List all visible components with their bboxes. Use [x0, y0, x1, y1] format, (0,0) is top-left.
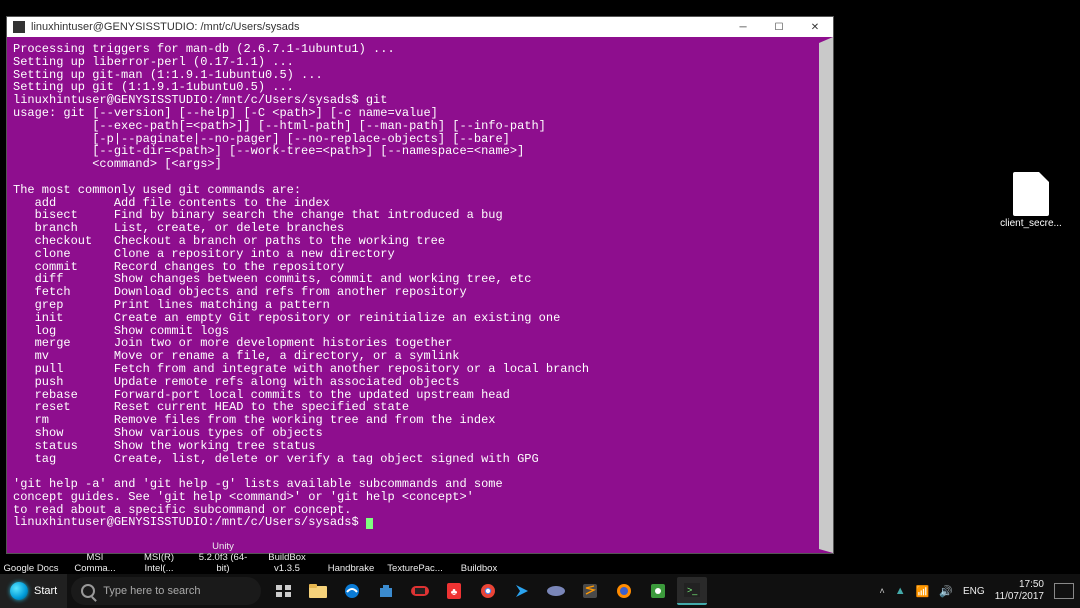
system-tray: ˄ ▲ 📶 🔊 ENG 17:50 11/07/2017: [879, 579, 1080, 603]
minimize-button[interactable]: ─: [725, 17, 761, 37]
terminal-body[interactable]: Processing triggers for man-db (2.6.7.1-…: [7, 37, 833, 553]
language-indicator[interactable]: ENG: [963, 586, 985, 597]
tray-overflow-button[interactable]: ˄: [879, 586, 884, 596]
action-center-button[interactable]: [1054, 583, 1074, 599]
terminal-output: Processing triggers for man-db (2.6.7.1-…: [13, 43, 819, 529]
terminal-icon: [13, 21, 25, 33]
cursor: [366, 518, 373, 529]
date-text: 11/07/2017: [995, 591, 1044, 603]
time-text: 17:50: [995, 579, 1044, 591]
shortcut-label[interactable]: Unity 5.2.0f3 (64-bit): [198, 544, 248, 574]
bash-button[interactable]: >_: [677, 577, 707, 605]
shortcut-label[interactable]: TexturePac...: [390, 544, 440, 574]
onedrive-icon[interactable]: ▲: [895, 585, 906, 597]
camtasia-button[interactable]: [643, 577, 673, 605]
search-placeholder: Type here to search: [103, 585, 200, 597]
taskview-button[interactable]: [269, 577, 299, 605]
search-icon: [81, 584, 95, 598]
chrome-button[interactable]: [473, 577, 503, 605]
scrollbar-thumb[interactable]: [821, 363, 829, 403]
file-explorer-button[interactable]: [303, 577, 333, 605]
store-button[interactable]: [371, 577, 401, 605]
svg-text:>_: >_: [687, 585, 698, 595]
edge-button[interactable]: [337, 577, 367, 605]
shortcut-label[interactable]: MSI Comma...: [70, 544, 120, 574]
maximize-button[interactable]: ☐: [761, 17, 797, 37]
desktop-shortcut-row: Google Docs MSI Comma... MSI(R) Intel(... U…: [0, 544, 504, 574]
search-box[interactable]: Type here to search: [71, 577, 261, 605]
php-button[interactable]: [541, 577, 571, 605]
shortcut-label[interactable]: BuildBox v1.3.5: [262, 544, 312, 574]
shortcut-label[interactable]: Handbrake: [326, 544, 376, 574]
switch-button[interactable]: [405, 577, 435, 605]
window-title: linuxhintuser@GENYSISSTUDIO: /mnt/c/User…: [31, 21, 725, 33]
vscode-button[interactable]: [507, 577, 537, 605]
firefox-button[interactable]: [609, 577, 639, 605]
start-orb-icon: [10, 582, 28, 600]
desktop-file-label: client_secre...: [1000, 218, 1062, 229]
svg-text:♣: ♣: [451, 587, 458, 598]
titlebar[interactable]: linuxhintuser@GENYSISSTUDIO: /mnt/c/User…: [7, 17, 833, 37]
desktop: client_secre... linuxhintuser@GENYSISSTU…: [0, 0, 1080, 608]
taskbar: Start Type here to search ♣: [0, 574, 1080, 608]
shortcut-label[interactable]: Google Docs: [6, 544, 56, 574]
terminal-window: linuxhintuser@GENYSISSTUDIO: /mnt/c/User…: [6, 16, 834, 554]
clock[interactable]: 17:50 11/07/2017: [995, 579, 1044, 603]
network-icon[interactable]: 📶: [916, 585, 930, 598]
shortcut-label[interactable]: Buildbox: [454, 544, 504, 574]
shortcut-label[interactable]: MSI(R) Intel(...: [134, 544, 184, 574]
sublime-button[interactable]: [575, 577, 605, 605]
close-button[interactable]: ✕: [797, 17, 833, 37]
taskbar-pinned-apps: ♣ >_: [269, 577, 707, 605]
desktop-file-client-secret[interactable]: client_secre...: [1000, 172, 1062, 229]
start-button[interactable]: Start: [0, 574, 67, 608]
file-icon: [1013, 172, 1049, 216]
volume-icon[interactable]: 🔊: [939, 585, 953, 598]
solitaire-button[interactable]: ♣: [439, 577, 469, 605]
start-label: Start: [34, 585, 57, 597]
